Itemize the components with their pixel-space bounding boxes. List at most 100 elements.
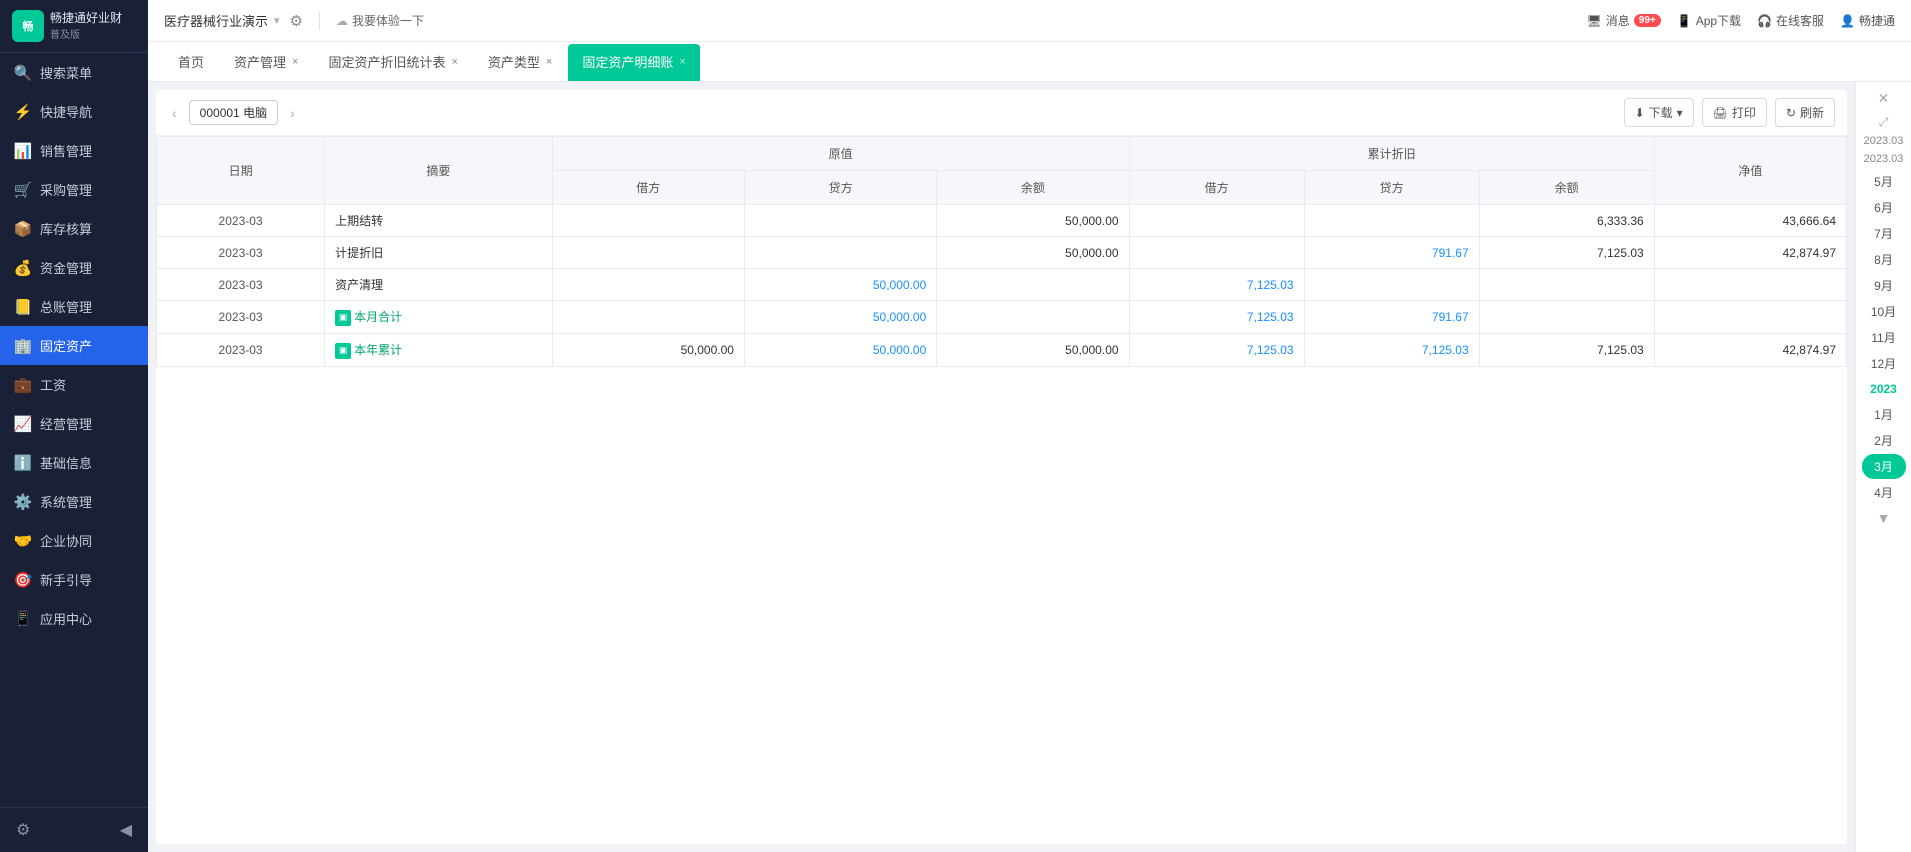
sidebar-item-purchase[interactable]: 🛒采购管理 xyxy=(0,170,148,209)
cell-depr-debit xyxy=(1129,205,1304,237)
cell-summary: 上期结转 xyxy=(325,205,553,237)
sidebar-item-quick-nav[interactable]: ⚡快捷导航 xyxy=(0,92,148,131)
system-mgmt-icon: ⚙️ xyxy=(14,493,32,511)
cell-depr-credit xyxy=(1304,269,1479,301)
cell-orig-credit xyxy=(744,205,936,237)
sidebar-item-payroll[interactable]: 💼工资 xyxy=(0,365,148,404)
close-tab-asset-detail[interactable]: × xyxy=(679,56,685,68)
cell-depr-credit xyxy=(1304,205,1479,237)
sidebar-item-collab[interactable]: 🤝企业协同 xyxy=(0,521,148,560)
chevron-down-icon[interactable]: ▾ xyxy=(274,14,280,27)
close-tab-depreciation[interactable]: × xyxy=(451,56,457,68)
next-asset-button[interactable]: › xyxy=(286,103,299,123)
sidebar-nav: 🔍搜索菜单⚡快捷导航📊销售管理🛒采购管理📦库存核算💰资金管理📒总账管理🏢固定资产… xyxy=(0,53,148,807)
download-button[interactable]: ⬇ 下载 ▾ xyxy=(1624,98,1694,127)
month-item[interactable]: 9月 xyxy=(1862,273,1906,298)
settings-icon[interactable]: ⚙ xyxy=(12,816,34,844)
month-item[interactable]: 5月 xyxy=(1862,169,1906,194)
cell-orig-credit: 50,000.00 xyxy=(744,333,936,366)
month-item[interactable]: 3月 xyxy=(1862,454,1906,479)
sidebar-item-app-center[interactable]: 📱应用中心 xyxy=(0,599,148,638)
month-item[interactable]: 10月 xyxy=(1862,299,1906,324)
month-item[interactable]: 4月 xyxy=(1862,480,1906,505)
cell-orig-balance: 50,000.00 xyxy=(937,205,1129,237)
month-item[interactable]: 6月 xyxy=(1862,195,1906,220)
collab-icon: 🤝 xyxy=(14,532,32,550)
cell-orig-credit xyxy=(744,237,936,269)
cell-depr-credit: 7,125.03 xyxy=(1304,333,1479,366)
messages-button[interactable]: 🖥 消息 99+ xyxy=(1587,12,1661,29)
sidebar-bottom: ⚙ ◀ xyxy=(0,807,148,852)
cell-orig-balance: 50,000.00 xyxy=(937,237,1129,269)
cell-orig-debit xyxy=(552,301,744,334)
payroll-icon: 💼 xyxy=(14,376,32,394)
table-row: 2023-03 资产清理 50,000.00 7,125.03 xyxy=(157,269,1847,301)
sidebar-item-search[interactable]: 🔍搜索菜单 xyxy=(0,53,148,92)
months-upper: 5月6月7月8月9月10月11月12月 xyxy=(1862,168,1906,377)
company-name: 医疗器械行业演示 xyxy=(164,11,268,30)
fixed-assets-icon: 🏢 xyxy=(14,337,32,355)
settings-gear-icon[interactable]: ⚙ xyxy=(290,12,303,30)
sidebar-item-funds[interactable]: 💰资金管理 xyxy=(0,248,148,287)
tab-home[interactable]: 首页 xyxy=(164,44,218,81)
logo-text-area: 畅捷通好业财 普及版 xyxy=(50,11,122,42)
col-original: 原值 xyxy=(552,137,1129,171)
sidebar-item-system-mgmt[interactable]: ⚙️系统管理 xyxy=(0,482,148,521)
app-download-button[interactable]: 📱 App下载 xyxy=(1677,12,1741,29)
cell-orig-balance xyxy=(937,301,1129,334)
close-tab-asset-type[interactable]: × xyxy=(546,56,552,68)
sidebar-item-fixed-assets[interactable]: 🏢固定资产 xyxy=(0,326,148,365)
scroll-down-arrow[interactable]: ▼ xyxy=(1873,506,1895,530)
sidebar-item-basic-info[interactable]: ℹ️基础信息 xyxy=(0,443,148,482)
month-item[interactable]: 1月 xyxy=(1862,402,1906,427)
month-item[interactable]: 7月 xyxy=(1862,221,1906,246)
month-item[interactable]: 12月 xyxy=(1862,351,1906,376)
cell-summary: ▣本月合计 xyxy=(325,301,553,334)
tab-depreciation-table[interactable]: 固定资产折旧统计表 × xyxy=(314,44,471,81)
trial-button[interactable]: ☁ 我要体验一下 xyxy=(336,12,424,29)
close-tab-asset-mgmt[interactable]: × xyxy=(292,56,298,68)
cell-date: 2023-03 xyxy=(157,205,325,237)
cell-depr-balance: 7,125.03 xyxy=(1479,333,1654,366)
customer-service-button[interactable]: 🎧 在线客服 xyxy=(1757,12,1824,29)
year-top2: 2023.03 xyxy=(1862,150,1906,168)
sidebar-item-general-ledger[interactable]: 📒总账管理 xyxy=(0,287,148,326)
user-profile-button[interactable]: 👤 畅捷通 xyxy=(1840,12,1895,29)
cell-orig-debit: 50,000.00 xyxy=(552,333,744,366)
print-button[interactable]: 🖨 打印 xyxy=(1702,98,1767,127)
tab-asset-type[interactable]: 资产类型 × xyxy=(474,44,566,81)
month-item[interactable]: 2月 xyxy=(1862,428,1906,453)
main-panel: ‹ 000001 电脑 › ⬇ 下载 ▾ 🖨 打印 xyxy=(156,90,1847,844)
chevron-down-icon: ▾ xyxy=(1677,106,1683,120)
topbar-right: 🖥 消息 99+ 📱 App下载 🎧 在线客服 👤 畅捷通 xyxy=(1587,12,1895,29)
cell-net: 42,874.97 xyxy=(1654,237,1846,269)
sidebar-item-business-mgmt[interactable]: 📈经营管理 xyxy=(0,404,148,443)
year-label[interactable]: 2023 xyxy=(1862,378,1906,400)
cell-depr-balance: 7,125.03 xyxy=(1479,237,1654,269)
prev-asset-button[interactable]: ‹ xyxy=(168,103,181,123)
months-lower: 1月2月3月4月 xyxy=(1862,401,1906,506)
sidebar-item-sales[interactable]: 📊销售管理 xyxy=(0,131,148,170)
headset-icon: 🎧 xyxy=(1757,14,1772,28)
refresh-button[interactable]: ↻ 刷新 xyxy=(1775,98,1835,127)
col-depr: 累计折旧 xyxy=(1129,137,1654,171)
cell-date: 2023-03 xyxy=(157,269,325,301)
month-item[interactable]: 11月 xyxy=(1862,325,1906,350)
print-icon: 🖨 xyxy=(1713,106,1728,120)
search-icon: 🔍 xyxy=(14,64,32,82)
sidebar-item-inventory[interactable]: 📦库存核算 xyxy=(0,209,148,248)
guide-icon: 🎯 xyxy=(14,571,32,589)
panel-toolbar: ‹ 000001 电脑 › ⬇ 下载 ▾ 🖨 打印 xyxy=(156,90,1847,136)
year-top1: 2023.03 xyxy=(1862,132,1906,150)
avatar-icon: 👤 xyxy=(1840,14,1855,28)
table-row: 2023-03 计提折旧 50,000.00 791.67 7,125.03 4… xyxy=(157,237,1847,269)
purchase-icon: 🛒 xyxy=(14,181,32,199)
month-item[interactable]: 8月 xyxy=(1862,247,1906,272)
expand-icon[interactable]: ⤢ xyxy=(1877,113,1891,132)
tab-asset-mgmt[interactable]: 资产管理 × xyxy=(220,44,312,81)
collapse-icon[interactable]: ◀ xyxy=(116,816,136,844)
sidebar-item-guide[interactable]: 🎯新手引导 xyxy=(0,560,148,599)
close-right-sidebar[interactable]: ✕ xyxy=(1874,86,1894,111)
tab-asset-detail[interactable]: 固定资产明细账 × xyxy=(568,44,699,81)
logo-icon: 畅 xyxy=(12,10,44,42)
